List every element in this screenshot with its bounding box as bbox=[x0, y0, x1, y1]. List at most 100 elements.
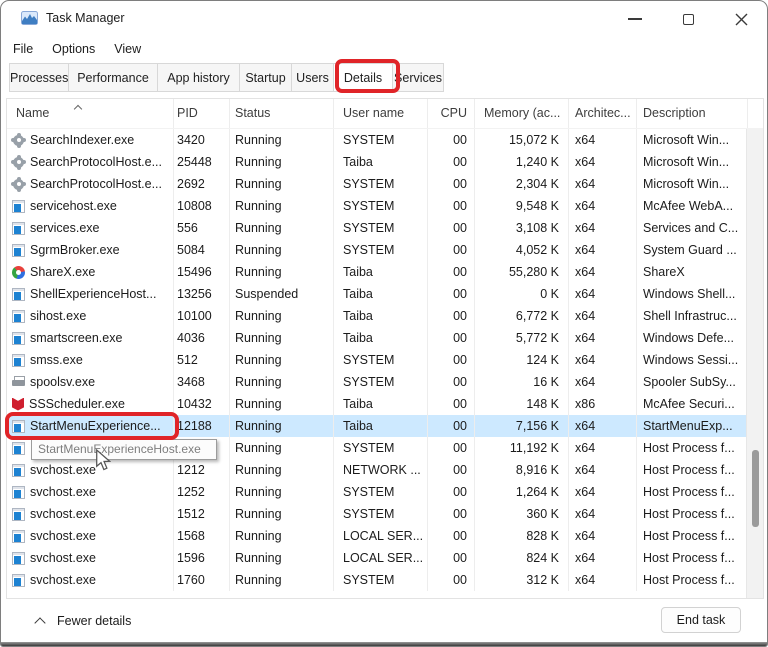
cell-architecture: x64 bbox=[569, 327, 637, 349]
cell-pid: 3468 bbox=[174, 371, 230, 393]
menu-bar: File Options View bbox=[11, 38, 158, 60]
task-manager-icon bbox=[21, 11, 38, 25]
process-row[interactable]: SSScheduler.exe 10432 Running Taiba 00 148 Kx… bbox=[7, 393, 747, 415]
cell-name: svchost.exe bbox=[7, 569, 174, 591]
process-row[interactable]: StartMenuExperience... 12188 Running Taiba 0… bbox=[7, 415, 747, 437]
vertical-scrollbar[interactable] bbox=[746, 129, 763, 598]
end-task-button[interactable]: End task bbox=[661, 607, 741, 633]
cell-pid: 1596 bbox=[174, 547, 230, 569]
gear-icon bbox=[11, 176, 26, 192]
printer-icon bbox=[12, 375, 25, 389]
process-name: svchost.exe bbox=[30, 551, 97, 565]
cell-memory: 360 K bbox=[475, 503, 569, 525]
cell-name: svchost.exe bbox=[7, 503, 174, 525]
tab-processes[interactable]: Processes bbox=[9, 63, 69, 92]
gear-icon bbox=[11, 132, 26, 148]
app-window-icon bbox=[12, 485, 25, 499]
process-row[interactable]: spoolsv.exe 3468 Running SYSTEM 00 16 Kx64 Spo… bbox=[7, 371, 747, 393]
cell-user-name: Taiba bbox=[334, 151, 428, 173]
scrollbar-thumb[interactable] bbox=[752, 450, 759, 527]
process-name: sihost.exe bbox=[30, 309, 87, 323]
tab-app-history[interactable]: App history bbox=[157, 63, 240, 92]
process-name: svchost.exe bbox=[30, 507, 97, 521]
cell-pid: 1212 bbox=[174, 459, 230, 481]
process-row[interactable]: svchost.exe 1512 Running SYSTEM 00 360 Kx64 Ho… bbox=[7, 503, 747, 525]
column-header-status[interactable]: Status bbox=[230, 99, 334, 128]
process-name: smss.exe bbox=[30, 353, 83, 367]
cell-cpu: 00 bbox=[428, 393, 475, 415]
cell-name: servicehost.exe bbox=[7, 195, 174, 217]
cell-pid: 10808 bbox=[174, 195, 230, 217]
maximize-button[interactable] bbox=[673, 7, 703, 31]
process-row[interactable]: SearchProtocolHost.e... 2692 Running SYSTEM… bbox=[7, 173, 747, 195]
menu-view[interactable]: View bbox=[112, 41, 143, 57]
cell-description: Host Process f... bbox=[637, 503, 747, 525]
fewer-details-toggle[interactable]: Fewer details bbox=[32, 608, 135, 634]
minimize-button[interactable] bbox=[620, 7, 650, 31]
cell-pid: 2692 bbox=[174, 173, 230, 195]
process-row[interactable]: svchost.exe 1212 Running NETWORK ... 00 8,916… bbox=[7, 459, 747, 481]
cell-status: Running bbox=[230, 349, 334, 371]
process-row[interactable]: sihost.exe 10100 Running Taiba 00 6,772 Kx64 S… bbox=[7, 305, 747, 327]
tab-performance[interactable]: Performance bbox=[68, 63, 158, 92]
column-header-name[interactable]: Name bbox=[7, 99, 174, 128]
app-window-icon bbox=[12, 507, 25, 521]
process-name: ShellExperienceHost... bbox=[30, 287, 157, 301]
window-title: Task Manager bbox=[46, 11, 125, 25]
process-row[interactable]: svchost.exe 1760 Running SYSTEM 00 312 Kx64 Ho… bbox=[7, 569, 747, 591]
gear-icon bbox=[11, 154, 26, 170]
cell-user-name: SYSTEM bbox=[334, 349, 428, 371]
cell-status: Running bbox=[230, 415, 334, 437]
tab-services[interactable]: Services bbox=[392, 63, 444, 92]
table-header: Name PID Status User name CPU Memory (ac... Ar… bbox=[7, 99, 763, 129]
process-row[interactable]: SearchProtocolHost.e... 25448 Running Taiba… bbox=[7, 151, 747, 173]
close-button[interactable] bbox=[726, 7, 756, 31]
cell-status: Running bbox=[230, 569, 334, 591]
process-row[interactable]: svchost.exe 1596 Running LOCAL SER... 00 824 … bbox=[7, 547, 747, 569]
cell-name: smss.exe bbox=[7, 349, 174, 371]
process-row[interactable]: ShareX.exe 15496 Running Taiba 00 55,280 Kx64… bbox=[7, 261, 747, 283]
process-row[interactable]: smartscreen.exe 4036 Running Taiba 00 5,772 K… bbox=[7, 327, 747, 349]
process-row[interactable]: ShellExperienceHost... 13256 Suspended Taib… bbox=[7, 283, 747, 305]
process-row[interactable]: smss.exe 512 Running SYSTEM 00 124 Kx64 Window… bbox=[7, 349, 747, 371]
process-row[interactable]: SearchIndexer.exe 3420 Running SYSTEM 00 15,0… bbox=[7, 129, 747, 151]
cell-user-name: Taiba bbox=[334, 415, 428, 437]
menu-options[interactable]: Options bbox=[50, 41, 97, 57]
cell-architecture: x64 bbox=[569, 261, 637, 283]
menu-file[interactable]: File bbox=[11, 41, 35, 57]
cell-architecture: x64 bbox=[569, 371, 637, 393]
cell-architecture: x64 bbox=[569, 349, 637, 371]
column-header-description[interactable]: Description bbox=[637, 99, 748, 128]
cell-memory: 0 K bbox=[475, 283, 569, 305]
cell-cpu: 00 bbox=[428, 195, 475, 217]
tab-details[interactable]: Details bbox=[333, 63, 393, 92]
cell-architecture: x64 bbox=[569, 305, 637, 327]
cell-status: Running bbox=[230, 217, 334, 239]
tab-users[interactable]: Users bbox=[291, 63, 334, 92]
cell-user-name: SYSTEM bbox=[334, 239, 428, 261]
column-header-memory[interactable]: Memory (ac... bbox=[475, 99, 569, 128]
details-pane: Name PID Status User name CPU Memory (ac... Ar… bbox=[6, 98, 764, 599]
cell-pid: 1512 bbox=[174, 503, 230, 525]
column-header-user-name[interactable]: User name bbox=[334, 99, 428, 128]
column-header-cpu[interactable]: CPU bbox=[428, 99, 475, 128]
process-row[interactable]: servicehost.exe 10808 Running SYSTEM 00 9,548… bbox=[7, 195, 747, 217]
cell-pid: 10432 bbox=[174, 393, 230, 415]
cell-status: Running bbox=[230, 481, 334, 503]
process-row[interactable]: SgrmBroker.exe 5084 Running SYSTEM 00 4,052 K… bbox=[7, 239, 747, 261]
tab-startup[interactable]: Startup bbox=[239, 63, 292, 92]
column-header-pid[interactable]: PID bbox=[174, 99, 230, 128]
cell-architecture: x64 bbox=[569, 415, 637, 437]
app-window-icon bbox=[12, 199, 25, 213]
sharex-icon bbox=[12, 265, 25, 279]
cell-memory: 5,772 K bbox=[475, 327, 569, 349]
process-row[interactable]: svchost.exe 1568 Running LOCAL SER... 00 828 … bbox=[7, 525, 747, 547]
process-row[interactable]: svchost.exe 1252 Running SYSTEM 00 1,264 Kx64… bbox=[7, 481, 747, 503]
column-header-architecture[interactable]: Architec... bbox=[569, 99, 637, 128]
mouse-cursor-icon bbox=[96, 449, 111, 471]
cell-user-name: Taiba bbox=[334, 283, 428, 305]
cell-status: Running bbox=[230, 239, 334, 261]
cell-name: SearchProtocolHost.e... bbox=[7, 173, 174, 195]
cell-name: svchost.exe bbox=[7, 481, 174, 503]
process-row[interactable]: services.exe 556 Running SYSTEM 00 3,108 Kx64… bbox=[7, 217, 747, 239]
